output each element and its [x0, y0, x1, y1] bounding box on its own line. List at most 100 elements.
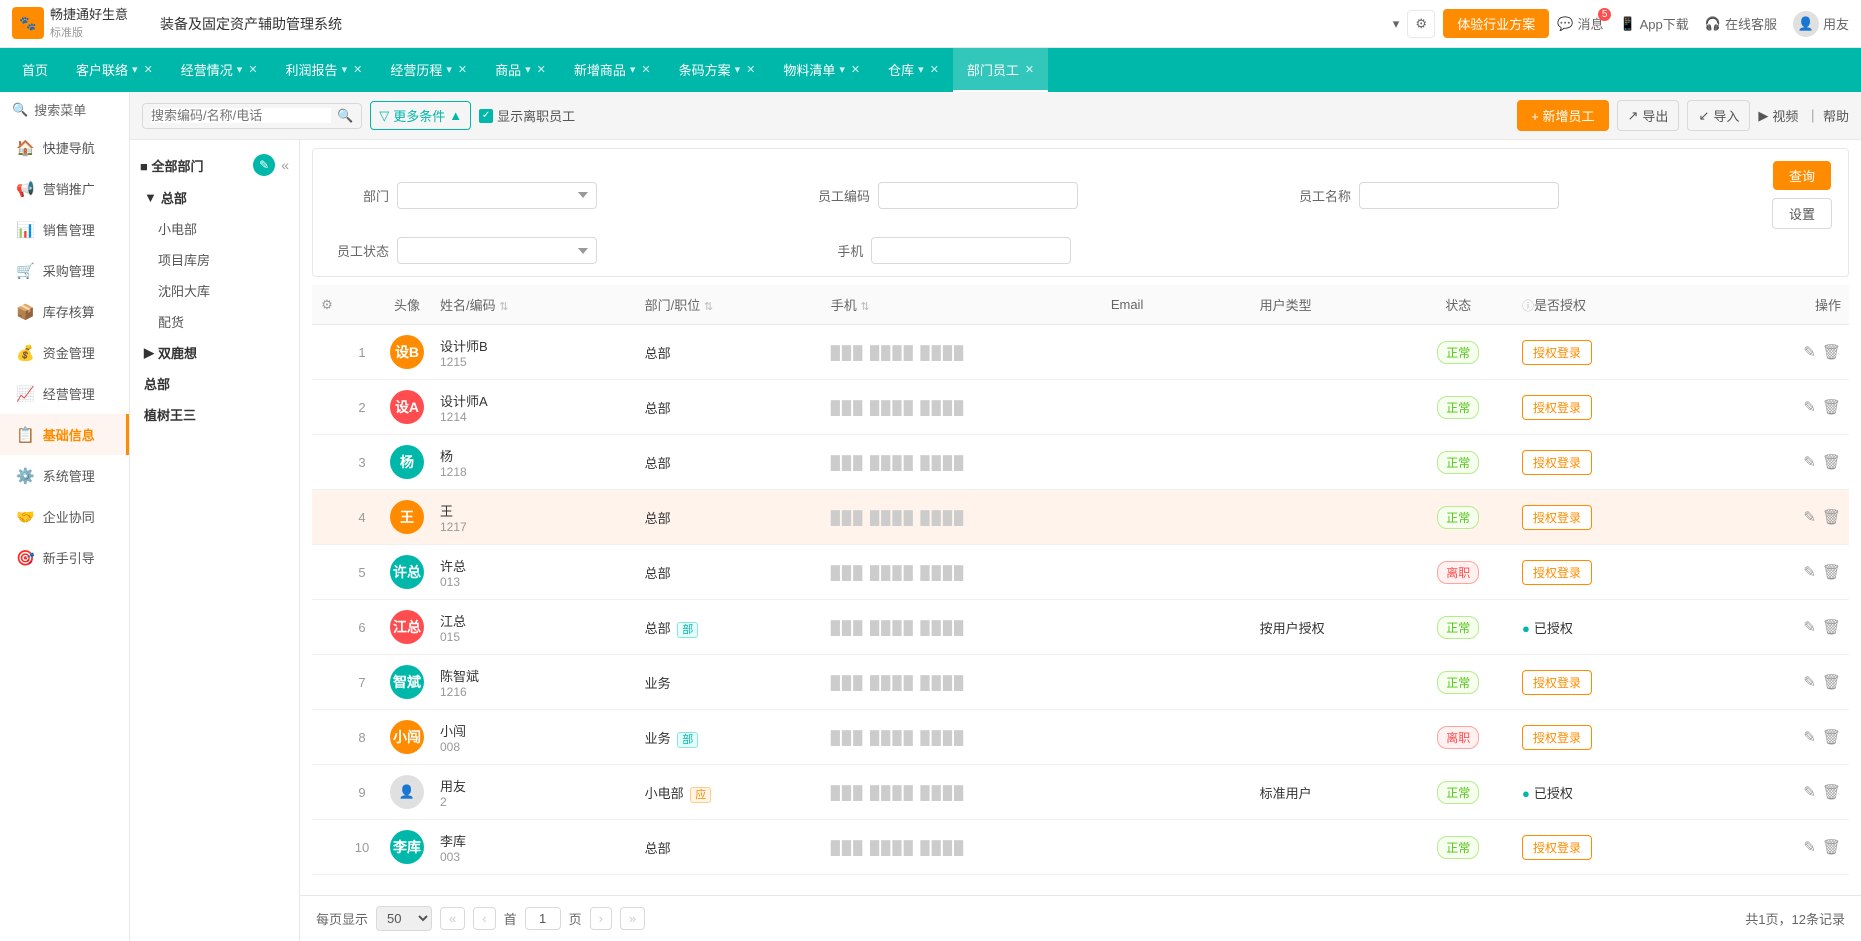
message-btn[interactable]: 💬 消息 5	[1557, 14, 1603, 33]
title-dropdown-icon[interactable]: ▾	[1393, 16, 1400, 32]
row-settings[interactable]	[312, 380, 342, 435]
nav-tab-profit[interactable]: 利润报告 ▾ ✕	[272, 48, 377, 92]
search-submit-icon[interactable]: 🔍	[337, 108, 353, 124]
edit-icon[interactable]: ✎	[1803, 839, 1816, 856]
row-settings[interactable]	[312, 600, 342, 655]
sidebar-item-collab[interactable]: 🤝 企业协同	[0, 496, 129, 537]
employee-name[interactable]: 许总	[440, 556, 629, 575]
dept-tree-xmkf[interactable]: 项目库房	[130, 244, 299, 275]
nav-tab-home[interactable]: 首页	[8, 48, 62, 92]
dept-tree-xiaodian[interactable]: 小电部	[130, 213, 299, 244]
auth-btn[interactable]: 授权登录	[1522, 835, 1592, 860]
edit-icon[interactable]: ✎	[1803, 729, 1816, 746]
auth-btn[interactable]: 授权登录	[1522, 670, 1592, 695]
row-avatar[interactable]: 智斌	[382, 655, 432, 710]
search-input[interactable]	[151, 108, 331, 123]
row-avatar[interactable]: 许总	[382, 545, 432, 600]
reset-btn[interactable]: 设置	[1772, 198, 1832, 229]
nav-tab-customer[interactable]: 客户联络 ▾ ✕	[62, 48, 167, 92]
nav-tab-barcode[interactable]: 条码方案 ▾ ✕	[665, 48, 770, 92]
prev-page-btn[interactable]: ‹	[473, 907, 495, 930]
show-resigned-checkbox[interactable]: ✓	[479, 109, 493, 123]
user-info-btn[interactable]: 👤 用友	[1793, 11, 1849, 37]
delete-icon[interactable]: 🗑	[1822, 674, 1841, 691]
filter-empname-input[interactable]	[1359, 182, 1559, 209]
auth-btn[interactable]: 授权登录	[1522, 505, 1592, 530]
dept-collapse-icon[interactable]: «	[281, 157, 289, 173]
dept-tree-shuanglu[interactable]: ▶ 双鹿想	[130, 337, 299, 368]
row-avatar[interactable]: 小闯	[382, 710, 432, 765]
add-employee-btn[interactable]: + 新增员工	[1517, 100, 1608, 131]
th-settings[interactable]: ⚙	[312, 285, 342, 325]
trial-btn[interactable]: 体验行业方案	[1443, 9, 1549, 38]
nav-tab-operation[interactable]: 经营情况 ▾ ✕	[167, 48, 272, 92]
export-btn[interactable]: ↗ 导出	[1617, 100, 1680, 131]
import-btn[interactable]: ↙ 导入	[1687, 100, 1750, 131]
last-page-btn[interactable]: »	[620, 907, 645, 930]
sidebar-item-sales[interactable]: 📊 销售管理	[0, 209, 129, 250]
sidebar-item-finance[interactable]: 💰 资金管理	[0, 332, 129, 373]
delete-icon[interactable]: 🗑	[1822, 564, 1841, 581]
sidebar-item-marketing[interactable]: 📢 营销推广	[0, 168, 129, 209]
sidebar-item-inventory[interactable]: 📦 库存核算	[0, 291, 129, 332]
settings-icon[interactable]: ⚙	[1407, 10, 1435, 38]
delete-icon[interactable]: 🗑	[1822, 619, 1841, 636]
employee-name[interactable]: 王	[440, 501, 629, 520]
sidebar-item-sysmanage[interactable]: ⚙️ 系统管理	[0, 455, 129, 496]
row-avatar[interactable]: 👤	[382, 765, 432, 820]
edit-icon[interactable]: ✎	[1803, 674, 1816, 691]
next-page-btn[interactable]: ›	[590, 907, 612, 930]
th-dept[interactable]: 部门/职位 ⇅	[637, 285, 823, 325]
page-input[interactable]	[525, 907, 561, 930]
delete-icon[interactable]: 🗑	[1822, 509, 1841, 526]
dept-edit-icon[interactable]: ✎	[253, 154, 275, 176]
filter-status-select[interactable]	[397, 237, 597, 264]
sidebar-item-bizmanage[interactable]: 📈 经营管理	[0, 373, 129, 414]
filter-phone-input[interactable]	[871, 237, 1071, 264]
employee-name[interactable]: 陈智斌	[440, 666, 629, 685]
sidebar-search[interactable]: 🔍 搜索菜单	[0, 92, 129, 127]
row-avatar[interactable]: 李库	[382, 820, 432, 875]
sidebar-item-guide[interactable]: 🎯 新手引导	[0, 537, 129, 578]
dept-tree-zhishu[interactable]: 植树王三	[130, 399, 299, 430]
auth-btn[interactable]: 授权登录	[1522, 560, 1592, 585]
auth-btn[interactable]: 授权登录	[1522, 725, 1592, 750]
row-settings[interactable]	[312, 435, 342, 490]
nav-tab-bom[interactable]: 物料清单 ▾ ✕	[769, 48, 874, 92]
nav-tab-warehouse[interactable]: 仓库 ▾ ✕	[874, 48, 953, 92]
dept-tree-peihuo[interactable]: 配货	[130, 306, 299, 337]
employee-name[interactable]: 江总	[440, 611, 629, 630]
row-settings[interactable]	[312, 490, 342, 545]
employee-name[interactable]: 李库	[440, 831, 629, 850]
delete-icon[interactable]: 🗑	[1822, 784, 1841, 801]
row-avatar[interactable]: 江总	[382, 600, 432, 655]
filter-empcode-input[interactable]	[878, 182, 1078, 209]
sidebar-item-basicinfo[interactable]: 📋 基础信息	[0, 414, 129, 455]
row-settings[interactable]	[312, 765, 342, 820]
query-btn[interactable]: 查询	[1773, 161, 1831, 190]
first-page-btn[interactable]: «	[440, 907, 465, 930]
dept-tree-zongbu[interactable]: ▼ 总部	[130, 182, 299, 213]
row-settings[interactable]	[312, 820, 342, 875]
filter-dept-select[interactable]	[397, 182, 597, 209]
row-avatar[interactable]: 杨	[382, 435, 432, 490]
th-name[interactable]: 姓名/编码 ⇅	[432, 285, 637, 325]
nav-tab-dept-employee[interactable]: 部门员工 ✕	[953, 48, 1048, 92]
edit-icon[interactable]: ✎	[1803, 344, 1816, 361]
edit-icon[interactable]: ✎	[1803, 454, 1816, 471]
edit-icon[interactable]: ✎	[1803, 399, 1816, 416]
employee-name[interactable]: 小闯	[440, 721, 629, 740]
dept-all-label[interactable]: ■ 全部部门	[140, 156, 247, 175]
nav-tab-goods[interactable]: 商品 ▾ ✕	[481, 48, 560, 92]
delete-icon[interactable]: 🗑	[1822, 344, 1841, 361]
sidebar-item-quicknav[interactable]: 🏠 快捷导航	[0, 127, 129, 168]
auth-btn[interactable]: 授权登录	[1522, 395, 1592, 420]
delete-icon[interactable]: 🗑	[1822, 399, 1841, 416]
online-service-btn[interactable]: 🎧 在线客服	[1705, 14, 1777, 33]
search-input-wrap[interactable]: 🔍	[142, 103, 362, 129]
employee-name[interactable]: 杨	[440, 446, 629, 465]
dept-tree-zb2[interactable]: 总部	[130, 368, 299, 399]
row-avatar[interactable]: 王	[382, 490, 432, 545]
edit-icon[interactable]: ✎	[1803, 509, 1816, 526]
view-btn[interactable]: ▶ 视频	[1758, 106, 1798, 125]
